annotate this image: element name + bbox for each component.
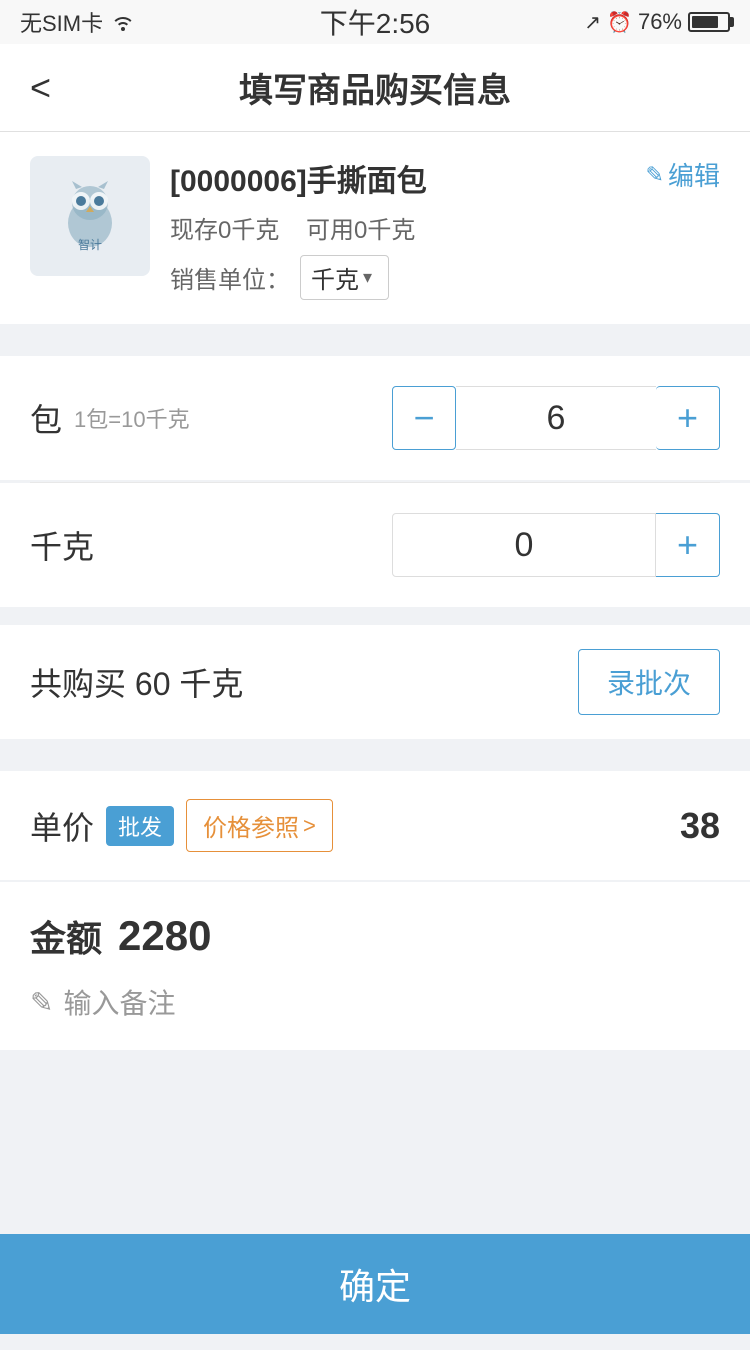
carrier-text: 无SIM卡 (20, 6, 103, 38)
package-quantity-control: − + (392, 386, 720, 450)
amount-value: 2280 (118, 912, 211, 960)
remark-placeholder: 输入备注 (63, 982, 175, 1022)
product-unit-row: 销售单位： 千克 ▾ (170, 255, 720, 300)
nav-bar: < 填写商品购买信息 (0, 44, 750, 132)
price-tag: 批发 (106, 806, 174, 846)
wifi-icon (111, 13, 135, 31)
edit-button[interactable]: ✎ 编辑 (646, 156, 720, 193)
product-logo: 智计 (50, 181, 130, 251)
edit-label: 编辑 (668, 156, 720, 193)
divider-1 (0, 340, 750, 356)
batch-button[interactable]: 录批次 (578, 649, 720, 715)
product-name: [0000006]手撕面包 (170, 156, 427, 200)
remark-edit-icon: ✎ (30, 986, 53, 1019)
kg-label-text: 千克 (30, 522, 94, 568)
price-ref-arrow: > (303, 813, 316, 839)
product-image: 智计 (30, 156, 150, 276)
location-icon: ↗ (584, 10, 601, 35)
divider-3 (0, 755, 750, 771)
battery-fill (692, 16, 718, 28)
dropdown-arrow: ▾ (363, 267, 372, 288)
remark-row[interactable]: ✎ 输入备注 (30, 982, 720, 1022)
back-button[interactable]: < (30, 67, 80, 109)
kg-increment-button[interactable]: + (656, 513, 720, 577)
battery-percent: 76% (638, 9, 682, 35)
unit-value: 千克 (311, 260, 359, 295)
stock-text: 现存0千克 (170, 217, 279, 244)
confirm-button[interactable]: 确定 (0, 1234, 750, 1334)
kg-quantity-row: 千克 + (30, 513, 720, 577)
edit-icon: ✎ (646, 162, 664, 188)
package-quantity-row: 包 1包=10千克 − + (30, 386, 720, 450)
alarm-icon: ⏰ (607, 10, 632, 35)
divider-2 (0, 609, 750, 625)
battery-icon (688, 12, 730, 32)
package-decrement-button[interactable]: − (392, 386, 456, 450)
price-ref-label: 价格参照 (203, 808, 299, 843)
status-bar: 无SIM卡 下午2:56 ↗ ⏰ 76% (0, 0, 750, 44)
kg-label: 千克 (30, 522, 94, 568)
amount-row: 金额 2280 (30, 910, 720, 962)
available-text: 可用0千克 (306, 217, 415, 244)
status-left: 无SIM卡 (20, 6, 135, 38)
unit-dropdown[interactable]: 千克 ▾ (300, 255, 389, 300)
product-card: 智计 [0000006]手撕面包 ✎ 编辑 现存0千克 可用0千克 销售单位： … (0, 132, 750, 324)
status-right: ↗ ⏰ 76% (584, 9, 730, 35)
page-title: 填写商品购买信息 (239, 63, 511, 112)
price-label: 单价 批发 价格参照 > (30, 799, 333, 852)
svg-text:智计: 智计 (78, 237, 102, 251)
amount-label: 金额 (30, 910, 102, 962)
amount-section: 金额 2280 ✎ 输入备注 (0, 882, 750, 1050)
package-increment-button[interactable]: + (656, 386, 720, 450)
kg-quantity-input[interactable] (392, 513, 656, 577)
price-value: 38 (680, 805, 720, 847)
kg-section: 千克 + (0, 483, 750, 607)
status-time: 下午2:56 (320, 2, 431, 42)
price-section: 单价 批发 价格参照 > 38 (0, 771, 750, 880)
total-text: 共购买 60 千克 (30, 659, 243, 705)
package-hint: 1包=10千克 (74, 402, 190, 434)
product-stock: 现存0千克 可用0千克 (170, 210, 720, 245)
package-quantity-input[interactable] (456, 386, 656, 450)
package-label: 包 1包=10千克 (30, 395, 190, 441)
package-label-text: 包 (30, 395, 62, 441)
unit-label: 销售单位： (170, 260, 290, 295)
price-label-text: 单价 (30, 803, 94, 849)
package-section: 包 1包=10千克 − + (0, 356, 750, 480)
product-info: [0000006]手撕面包 ✎ 编辑 现存0千克 可用0千克 销售单位： 千克 … (170, 156, 720, 300)
price-reference-button[interactable]: 价格参照 > (186, 799, 333, 852)
total-section: 共购买 60 千克 录批次 (0, 625, 750, 739)
kg-quantity-control: + (392, 513, 720, 577)
